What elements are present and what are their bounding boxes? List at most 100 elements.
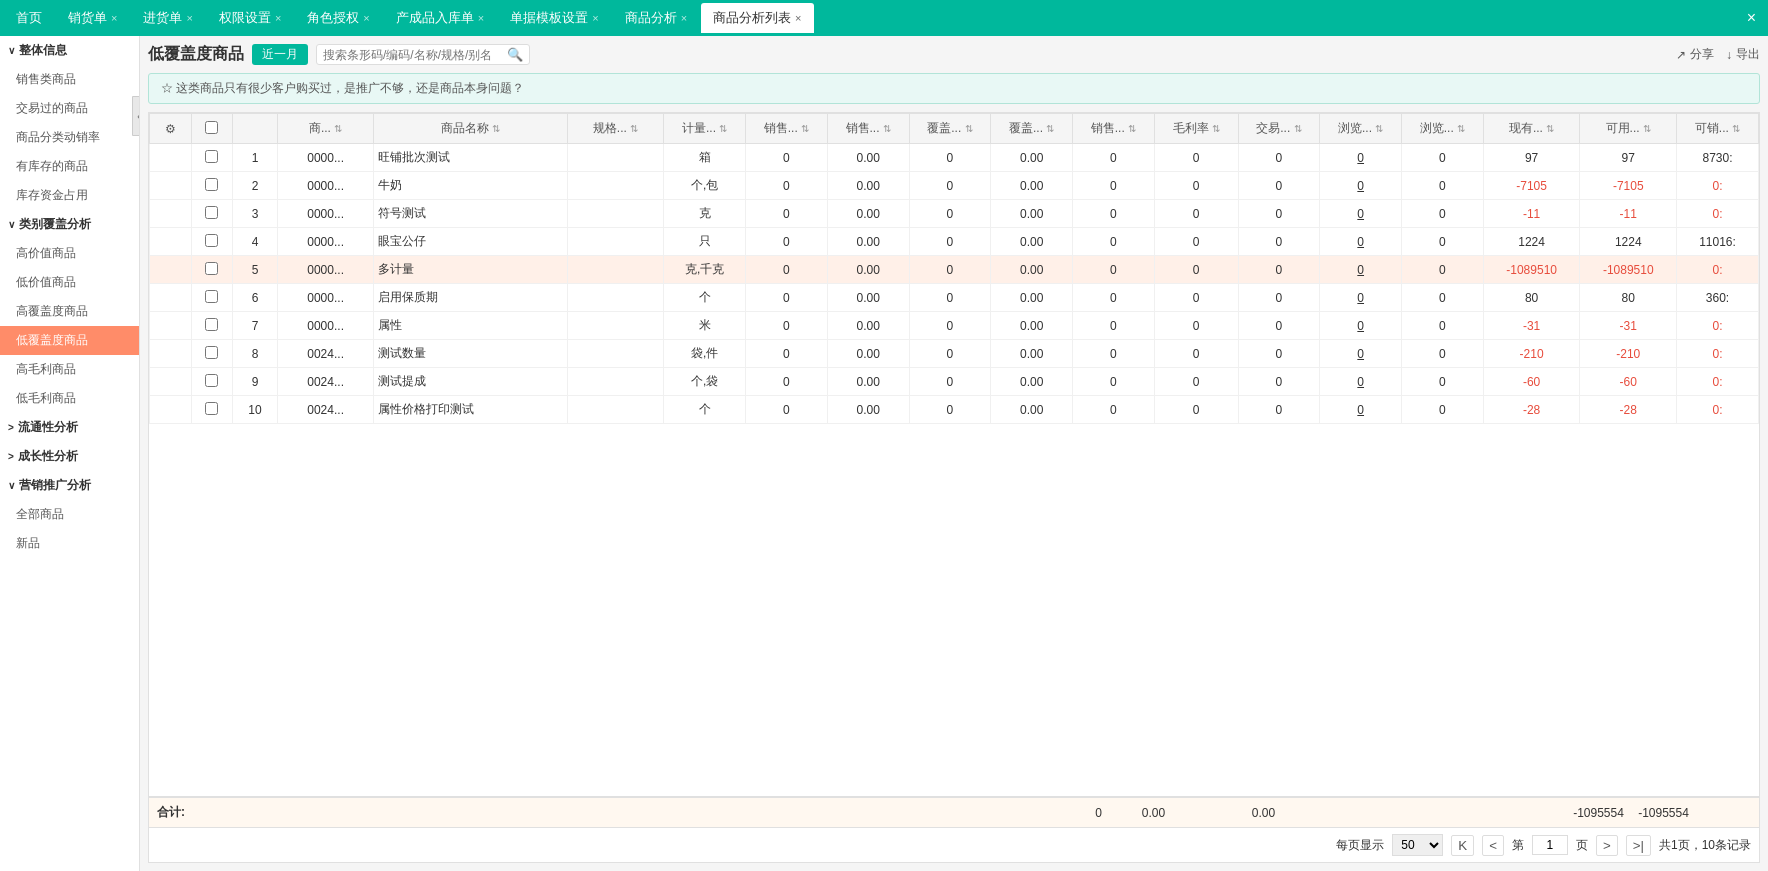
sidebar-item-high-coverage[interactable]: 高覆盖度商品 <box>0 297 139 326</box>
cell-checkbox[interactable] <box>191 368 233 396</box>
col-cov1[interactable]: 覆盖... ⇅ <box>909 114 991 144</box>
table-row: 1 0000... 旺铺批次测试 箱 0 0.00 0 0.00 0 0 0 0… <box>150 144 1759 172</box>
cell-browse1[interactable]: 0 <box>1320 228 1402 256</box>
col-sellable[interactable]: 可销... ⇅ <box>1677 114 1759 144</box>
col-name[interactable]: 商品名称 ⇅ <box>374 114 567 144</box>
cell-available: -1089510 <box>1580 256 1677 284</box>
cell-checkbox[interactable] <box>191 340 233 368</box>
sidebar-item-capital-usage[interactable]: 库存资金占用 <box>0 181 139 210</box>
period-button[interactable]: 近一月 <box>252 44 308 65</box>
sidebar-item-traded-goods[interactable]: 交易过的商品 <box>0 94 139 123</box>
nav-tab-sales[interactable]: 销货单 × <box>56 3 129 33</box>
cell-browse1[interactable]: 0 <box>1320 144 1402 172</box>
cell-browse1[interactable]: 0 <box>1320 368 1402 396</box>
sidebar-section-category[interactable]: ∨ 类别覆盖分析 <box>0 210 139 239</box>
cell-checkbox[interactable] <box>191 144 233 172</box>
export-button[interactable]: ↓ 导出 <box>1726 46 1760 63</box>
cell-browse1[interactable]: 0 <box>1320 200 1402 228</box>
col-cov2[interactable]: 覆盖... ⇅ <box>991 114 1073 144</box>
cell-unit: 个 <box>664 284 746 312</box>
sidebar-item-category-turnover[interactable]: 商品分类动销率 <box>0 123 139 152</box>
col-code[interactable]: 商... ⇅ <box>277 114 374 144</box>
select-all-checkbox[interactable] <box>205 121 218 134</box>
cell-browse2: 0 <box>1402 284 1484 312</box>
sidebar-item-low-coverage[interactable]: 低覆盖度商品 <box>0 326 139 355</box>
page-input[interactable] <box>1532 835 1568 855</box>
close-template-tab[interactable]: × <box>592 12 598 24</box>
nav-tab-purchase[interactable]: 进货单 × <box>131 3 204 33</box>
col-settings[interactable]: ⚙ <box>150 114 192 144</box>
table-row: 4 0000... 眼宝公仔 只 0 0.00 0 0.00 0 0 0 0 0… <box>150 228 1759 256</box>
close-analysis-list-tab[interactable]: × <box>795 12 801 24</box>
cell-browse1[interactable]: 0 <box>1320 312 1402 340</box>
cell-checkbox[interactable] <box>191 256 233 284</box>
next-page-btn[interactable]: > <box>1596 835 1618 856</box>
cell-checkbox[interactable] <box>191 228 233 256</box>
col-gross[interactable]: 毛利率 ⇅ <box>1154 114 1238 144</box>
col-spec[interactable]: 规格... ⇅ <box>567 114 664 144</box>
sidebar-section-growth[interactable]: > 成长性分析 <box>0 442 139 471</box>
col-browse1[interactable]: 浏览... ⇅ <box>1320 114 1402 144</box>
sidebar-section-overall[interactable]: ∨ 整体信息 <box>0 36 139 65</box>
cell-browse1[interactable]: 0 <box>1320 396 1402 424</box>
prev-page-btn[interactable]: < <box>1482 835 1504 856</box>
col-sales3[interactable]: 销售... ⇅ <box>1073 114 1155 144</box>
col-current[interactable]: 现有... ⇅ <box>1483 114 1580 144</box>
close-purchase-tab[interactable]: × <box>186 12 192 24</box>
sidebar-collapse-btn[interactable]: « <box>132 96 140 136</box>
cell-browse1[interactable]: 0 <box>1320 256 1402 284</box>
sidebar-item-in-stock[interactable]: 有库存的商品 <box>0 152 139 181</box>
close-role-tab[interactable]: × <box>363 12 369 24</box>
search-input[interactable] <box>323 48 503 62</box>
search-icon[interactable]: 🔍 <box>507 47 523 62</box>
cell-checkbox[interactable] <box>191 396 233 424</box>
sidebar-item-high-margin[interactable]: 高毛利商品 <box>0 355 139 384</box>
cell-browse1[interactable]: 0 <box>1320 284 1402 312</box>
cell-browse1[interactable]: 0 <box>1320 172 1402 200</box>
col-sales-qty[interactable]: 销售... ⇅ <box>746 114 828 144</box>
header-actions: ↗ 分享 ↓ 导出 <box>1676 46 1760 63</box>
col-unit[interactable]: 计量... ⇅ <box>664 114 746 144</box>
close-sales-tab[interactable]: × <box>111 12 117 24</box>
sidebar-item-sales-goods[interactable]: 销售类商品 <box>0 65 139 94</box>
nav-tab-role[interactable]: 角色授权 × <box>295 3 381 33</box>
close-product-entry-tab[interactable]: × <box>478 12 484 24</box>
cell-no: 8 <box>233 340 278 368</box>
last-page-btn[interactable]: >| <box>1626 835 1651 856</box>
col-no[interactable] <box>233 114 278 144</box>
cell-checkbox[interactable] <box>191 312 233 340</box>
col-browse2[interactable]: 浏览... ⇅ <box>1402 114 1484 144</box>
nav-tab-product-entry[interactable]: 产成品入库单 × <box>384 3 496 33</box>
cell-sales-amt: 0.00 <box>827 200 909 228</box>
sidebar-item-low-margin[interactable]: 低毛利商品 <box>0 384 139 413</box>
sidebar-section-marketing[interactable]: ∨ 营销推广分析 <box>0 471 139 500</box>
sidebar-item-all-goods[interactable]: 全部商品 <box>0 500 139 529</box>
cell-code: 0000... <box>277 172 374 200</box>
close-analysis-tab[interactable]: × <box>681 12 687 24</box>
col-trans[interactable]: 交易... ⇅ <box>1238 114 1320 144</box>
nav-tab-template[interactable]: 单据模板设置 × <box>498 3 610 33</box>
cell-checkbox[interactable] <box>191 284 233 312</box>
close-all-tabs[interactable]: × <box>1739 9 1764 27</box>
col-available[interactable]: 可用... ⇅ <box>1580 114 1677 144</box>
nav-tab-analysis-list[interactable]: 商品分析列表 × <box>701 3 813 33</box>
sidebar-item-low-value[interactable]: 低价值商品 <box>0 268 139 297</box>
first-page-btn[interactable]: K <box>1451 835 1474 856</box>
sidebar-item-new-goods[interactable]: 新品 <box>0 529 139 558</box>
cell-checkbox[interactable] <box>191 172 233 200</box>
per-page-select[interactable]: 50 100 200 <box>1392 834 1443 856</box>
nav-tab-analysis[interactable]: 商品分析 × <box>613 3 699 33</box>
cell-browse1[interactable]: 0 <box>1320 340 1402 368</box>
sidebar-section-liquidity[interactable]: > 流通性分析 <box>0 413 139 442</box>
cell-name: 属性价格打印测试 <box>374 396 567 424</box>
nav-tab-home[interactable]: 首页 <box>4 3 54 33</box>
share-button[interactable]: ↗ 分享 <box>1676 46 1714 63</box>
sidebar-item-high-value[interactable]: 高价值商品 <box>0 239 139 268</box>
cell-checkbox[interactable] <box>191 200 233 228</box>
nav-tab-permission[interactable]: 权限设置 × <box>207 3 293 33</box>
col-sales-amt[interactable]: 销售... ⇅ <box>827 114 909 144</box>
cell-spec <box>567 256 664 284</box>
close-permission-tab[interactable]: × <box>275 12 281 24</box>
col-checkbox[interactable] <box>191 114 233 144</box>
cell-no: 2 <box>233 172 278 200</box>
